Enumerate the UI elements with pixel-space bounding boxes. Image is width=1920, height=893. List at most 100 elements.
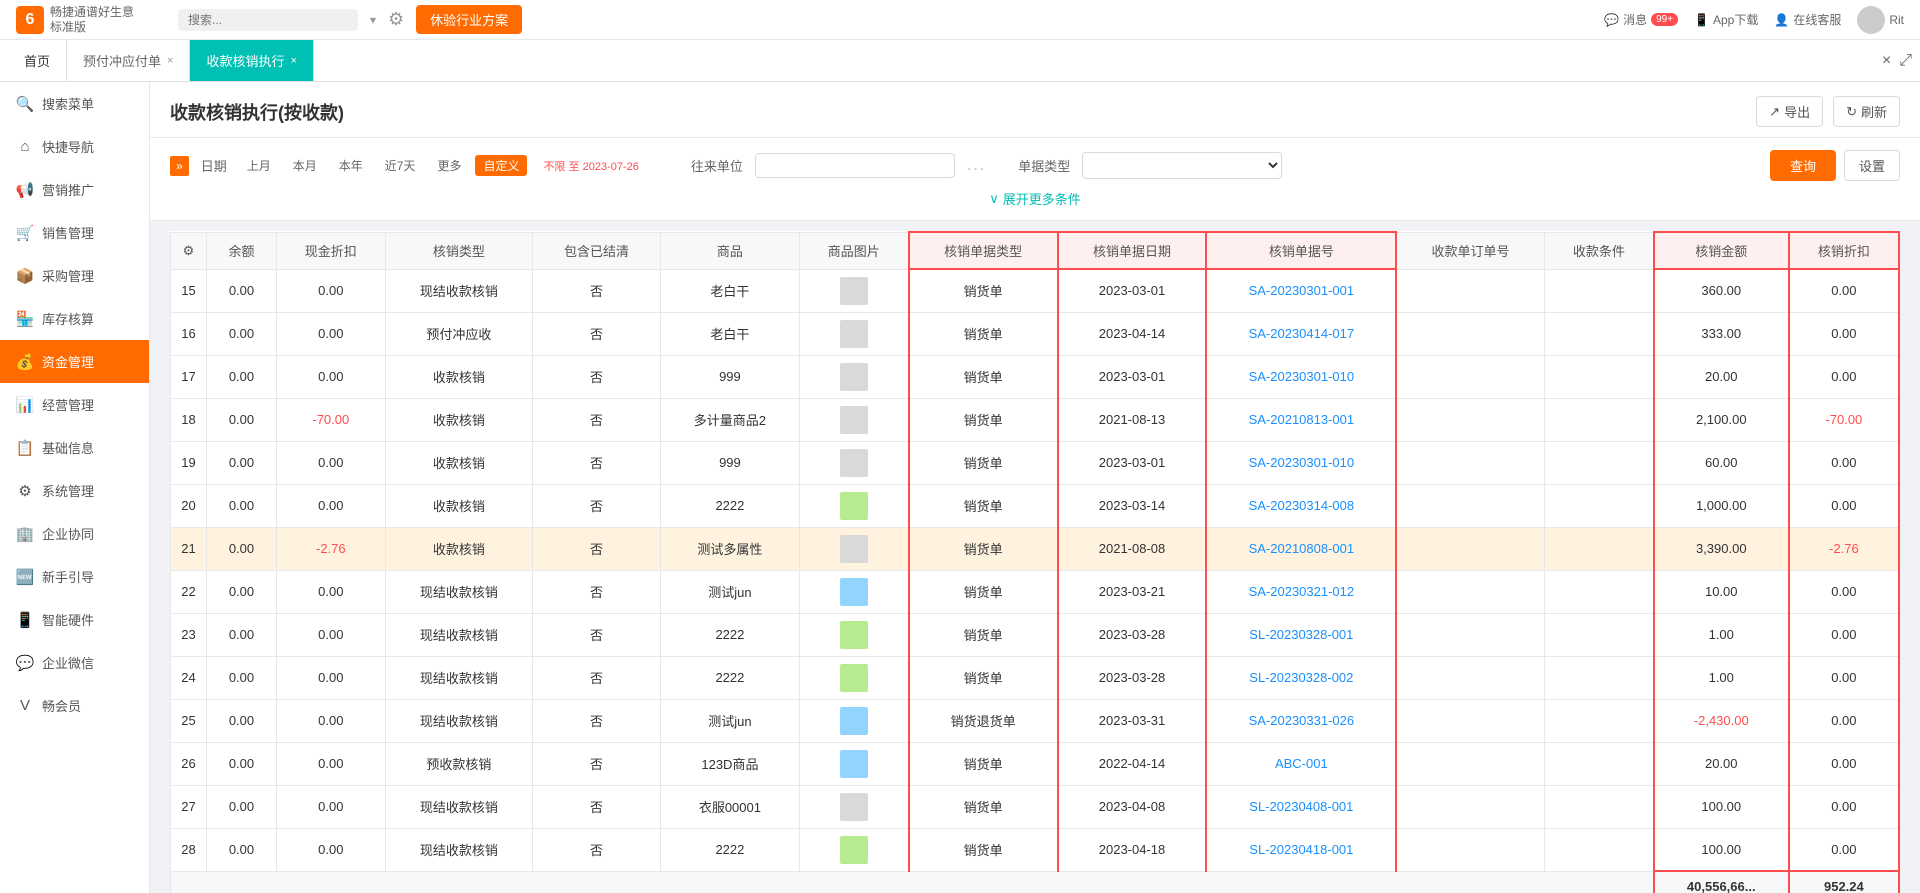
sidebar-item-purchase[interactable]: 📦 采购管理 <box>0 254 149 297</box>
sidebar-item-search[interactable]: 🔍 搜索菜单 <box>0 82 149 125</box>
th-settings[interactable]: ⚙ <box>171 232 207 269</box>
verify-doc-link[interactable]: SA-20230301-010 <box>1249 369 1355 384</box>
sidebar-item-guide[interactable]: 🆕 新手引导 <box>0 555 149 598</box>
cell-product: 123D商品 <box>661 742 800 785</box>
refresh-button[interactable]: ↻ 刷新 <box>1833 96 1900 127</box>
sidebar-item-hardware[interactable]: 📱 智能硬件 <box>0 598 149 641</box>
table-container[interactable]: ⚙ 余额 现金折扣 核销类型 包含已结清 商品 商品图片 核销单据类型 核销单据… <box>150 221 1920 893</box>
cell-verify-doc-no[interactable]: SL-20230418-001 <box>1206 828 1396 871</box>
settings-icon[interactable]: ⚙ <box>388 9 404 30</box>
app-download-action[interactable]: 📱 App下载 <box>1694 11 1758 28</box>
cell-verify-discount: 0.00 <box>1789 570 1899 613</box>
cell-product-image <box>799 828 908 871</box>
sidebar-item-finance[interactable]: 💰 资金管理 <box>0 340 149 383</box>
verify-doc-link[interactable]: SA-20230331-026 <box>1249 713 1355 728</box>
verify-doc-link[interactable]: SA-20230301-010 <box>1249 455 1355 470</box>
verify-doc-link[interactable]: SL-20230408-001 <box>1249 799 1353 814</box>
sidebar-item-enterprise[interactable]: 🏢 企业协同 <box>0 512 149 555</box>
th-include-settled: 包含已结清 <box>533 232 661 269</box>
page-header: 收款核销执行(按收款) ↗ 导出 ↻ 刷新 <box>150 82 1920 138</box>
cell-verify-doc-no[interactable]: SL-20230408-001 <box>1206 785 1396 828</box>
verify-doc-link[interactable]: SA-20230321-012 <box>1249 584 1355 599</box>
query-button[interactable]: 查询 <box>1770 150 1836 181</box>
cell-product-image <box>799 312 908 355</box>
online-service-action[interactable]: 👤 在线客服 <box>1774 11 1841 28</box>
cell-verify-doc-no[interactable]: SA-20210808-001 <box>1206 527 1396 570</box>
sidebar-item-marketing[interactable]: 📢 营销推广 <box>0 168 149 211</box>
cell-no: 26 <box>171 742 207 785</box>
tab-verify-close[interactable]: × <box>290 55 296 67</box>
cell-verify-doc-no[interactable]: SA-20230301-001 <box>1206 269 1396 312</box>
operations-icon: 📊 <box>16 396 34 414</box>
expand-conditions-btn[interactable]: ∨ 展开更多条件 <box>989 189 1081 208</box>
sidebar-item-inventory[interactable]: 🏪 库存核算 <box>0 297 149 340</box>
filter-row-1: » 日期 上月 本月 本年 近7天 更多 自定义 不限 至 2023-07-26… <box>170 150 1900 181</box>
export-button[interactable]: ↗ 导出 <box>1756 96 1823 127</box>
global-search-input[interactable] <box>178 9 358 31</box>
tab-home[interactable]: 首页 <box>8 40 67 81</box>
verify-doc-link[interactable]: SL-20230418-001 <box>1249 842 1353 857</box>
cell-product-image <box>799 527 908 570</box>
counterparty-input[interactable] <box>755 153 955 178</box>
user-action[interactable]: Rit <box>1857 6 1904 34</box>
tab-prepay-close[interactable]: × <box>167 55 173 67</box>
solution-button[interactable]: 休验行业方案 <box>416 5 522 34</box>
cell-receipt-order-no <box>1396 484 1544 527</box>
dropdown-arrow[interactable]: ▾ <box>370 13 376 27</box>
cell-cash-discount: -70.00 <box>276 398 385 441</box>
verify-doc-link[interactable]: SL-20230328-002 <box>1249 670 1353 685</box>
cell-verify-doc-no[interactable]: ABC-001 <box>1206 742 1396 785</box>
verify-doc-link[interactable]: SA-20210808-001 <box>1249 541 1355 556</box>
cell-verify-doc-no[interactable]: SA-20230301-010 <box>1206 355 1396 398</box>
cell-cash-discount: 0.00 <box>276 785 385 828</box>
sidebar-item-sales[interactable]: 🛒 销售管理 <box>0 211 149 254</box>
filter-toggle-btn[interactable]: » <box>170 156 189 176</box>
verify-doc-link[interactable]: SA-20230301-001 <box>1249 283 1355 298</box>
custom-date-btn[interactable]: 自定义 <box>475 155 527 176</box>
verify-doc-link[interactable]: SA-20230414-017 <box>1249 326 1355 341</box>
cell-verify-doc-no[interactable]: SA-20230314-008 <box>1206 484 1396 527</box>
th-receipt-order-no: 收款单订单号 <box>1396 232 1544 269</box>
tab-expand-btn[interactable]: ⤢ <box>1899 52 1912 70</box>
sidebar-item-member[interactable]: V 畅会员 <box>0 684 149 727</box>
sidebar-item-wechat[interactable]: 💬 企业微信 <box>0 641 149 684</box>
cell-verify-doc-no[interactable]: SL-20230328-001 <box>1206 613 1396 656</box>
cell-verify-doc-type: 销货单 <box>909 742 1058 785</box>
cell-verify-type: 现结收款核销 <box>385 613 532 656</box>
refresh-icon: ↻ <box>1846 104 1857 120</box>
last-7-days-btn[interactable]: 近7天 <box>377 155 424 176</box>
cell-product-image <box>799 785 908 828</box>
cell-verify-doc-no[interactable]: SA-20230331-026 <box>1206 699 1396 742</box>
last-month-btn[interactable]: 上月 <box>239 155 279 176</box>
cell-verify-type: 现结收款核销 <box>385 699 532 742</box>
cell-verify-doc-no[interactable]: SA-20230321-012 <box>1206 570 1396 613</box>
message-action[interactable]: 💬 消息 99+ <box>1604 11 1678 28</box>
cell-verify-doc-type: 销货单 <box>909 484 1058 527</box>
sidebar-item-operations[interactable]: 📊 经营管理 <box>0 383 149 426</box>
filter-settings-button[interactable]: 设置 <box>1844 150 1900 181</box>
receipt-type-select[interactable] <box>1082 152 1282 179</box>
sidebar-item-quick-nav[interactable]: ⌂ 快捷导航 <box>0 125 149 168</box>
cell-verify-doc-no[interactable]: SA-20210813-001 <box>1206 398 1396 441</box>
cell-verify-doc-no[interactable]: SA-20230414-017 <box>1206 312 1396 355</box>
cell-verify-doc-date: 2021-08-13 <box>1058 398 1207 441</box>
cell-verify-doc-no[interactable]: SA-20230301-010 <box>1206 441 1396 484</box>
sidebar-item-system[interactable]: ⚙ 系统管理 <box>0 469 149 512</box>
verify-doc-link[interactable]: ABC-001 <box>1275 756 1328 771</box>
verify-doc-link[interactable]: SA-20230314-008 <box>1249 498 1355 513</box>
verify-doc-link[interactable]: SA-20210813-001 <box>1249 412 1355 427</box>
verify-doc-link[interactable]: SL-20230328-001 <box>1249 627 1353 642</box>
tab-prepay[interactable]: 预付冲应付单 × <box>67 40 190 81</box>
cell-balance: 0.00 <box>207 785 277 828</box>
this-month-btn[interactable]: 本月 <box>285 155 325 176</box>
this-year-btn[interactable]: 本年 <box>331 155 371 176</box>
cell-verify-amount: -2,430.00 <box>1654 699 1789 742</box>
tab-verify[interactable]: 收款核销执行 × <box>190 40 313 81</box>
cell-verify-doc-no[interactable]: SL-20230328-002 <box>1206 656 1396 699</box>
tab-prepay-label: 预付冲应付单 <box>83 51 161 70</box>
basic-info-icon: 📋 <box>16 439 34 457</box>
tab-close-btn[interactable]: × <box>1882 52 1891 70</box>
sidebar-item-basic-info[interactable]: 📋 基础信息 <box>0 426 149 469</box>
more-date-btn[interactable]: 更多 <box>429 155 469 176</box>
cell-product: 测试jun <box>661 699 800 742</box>
